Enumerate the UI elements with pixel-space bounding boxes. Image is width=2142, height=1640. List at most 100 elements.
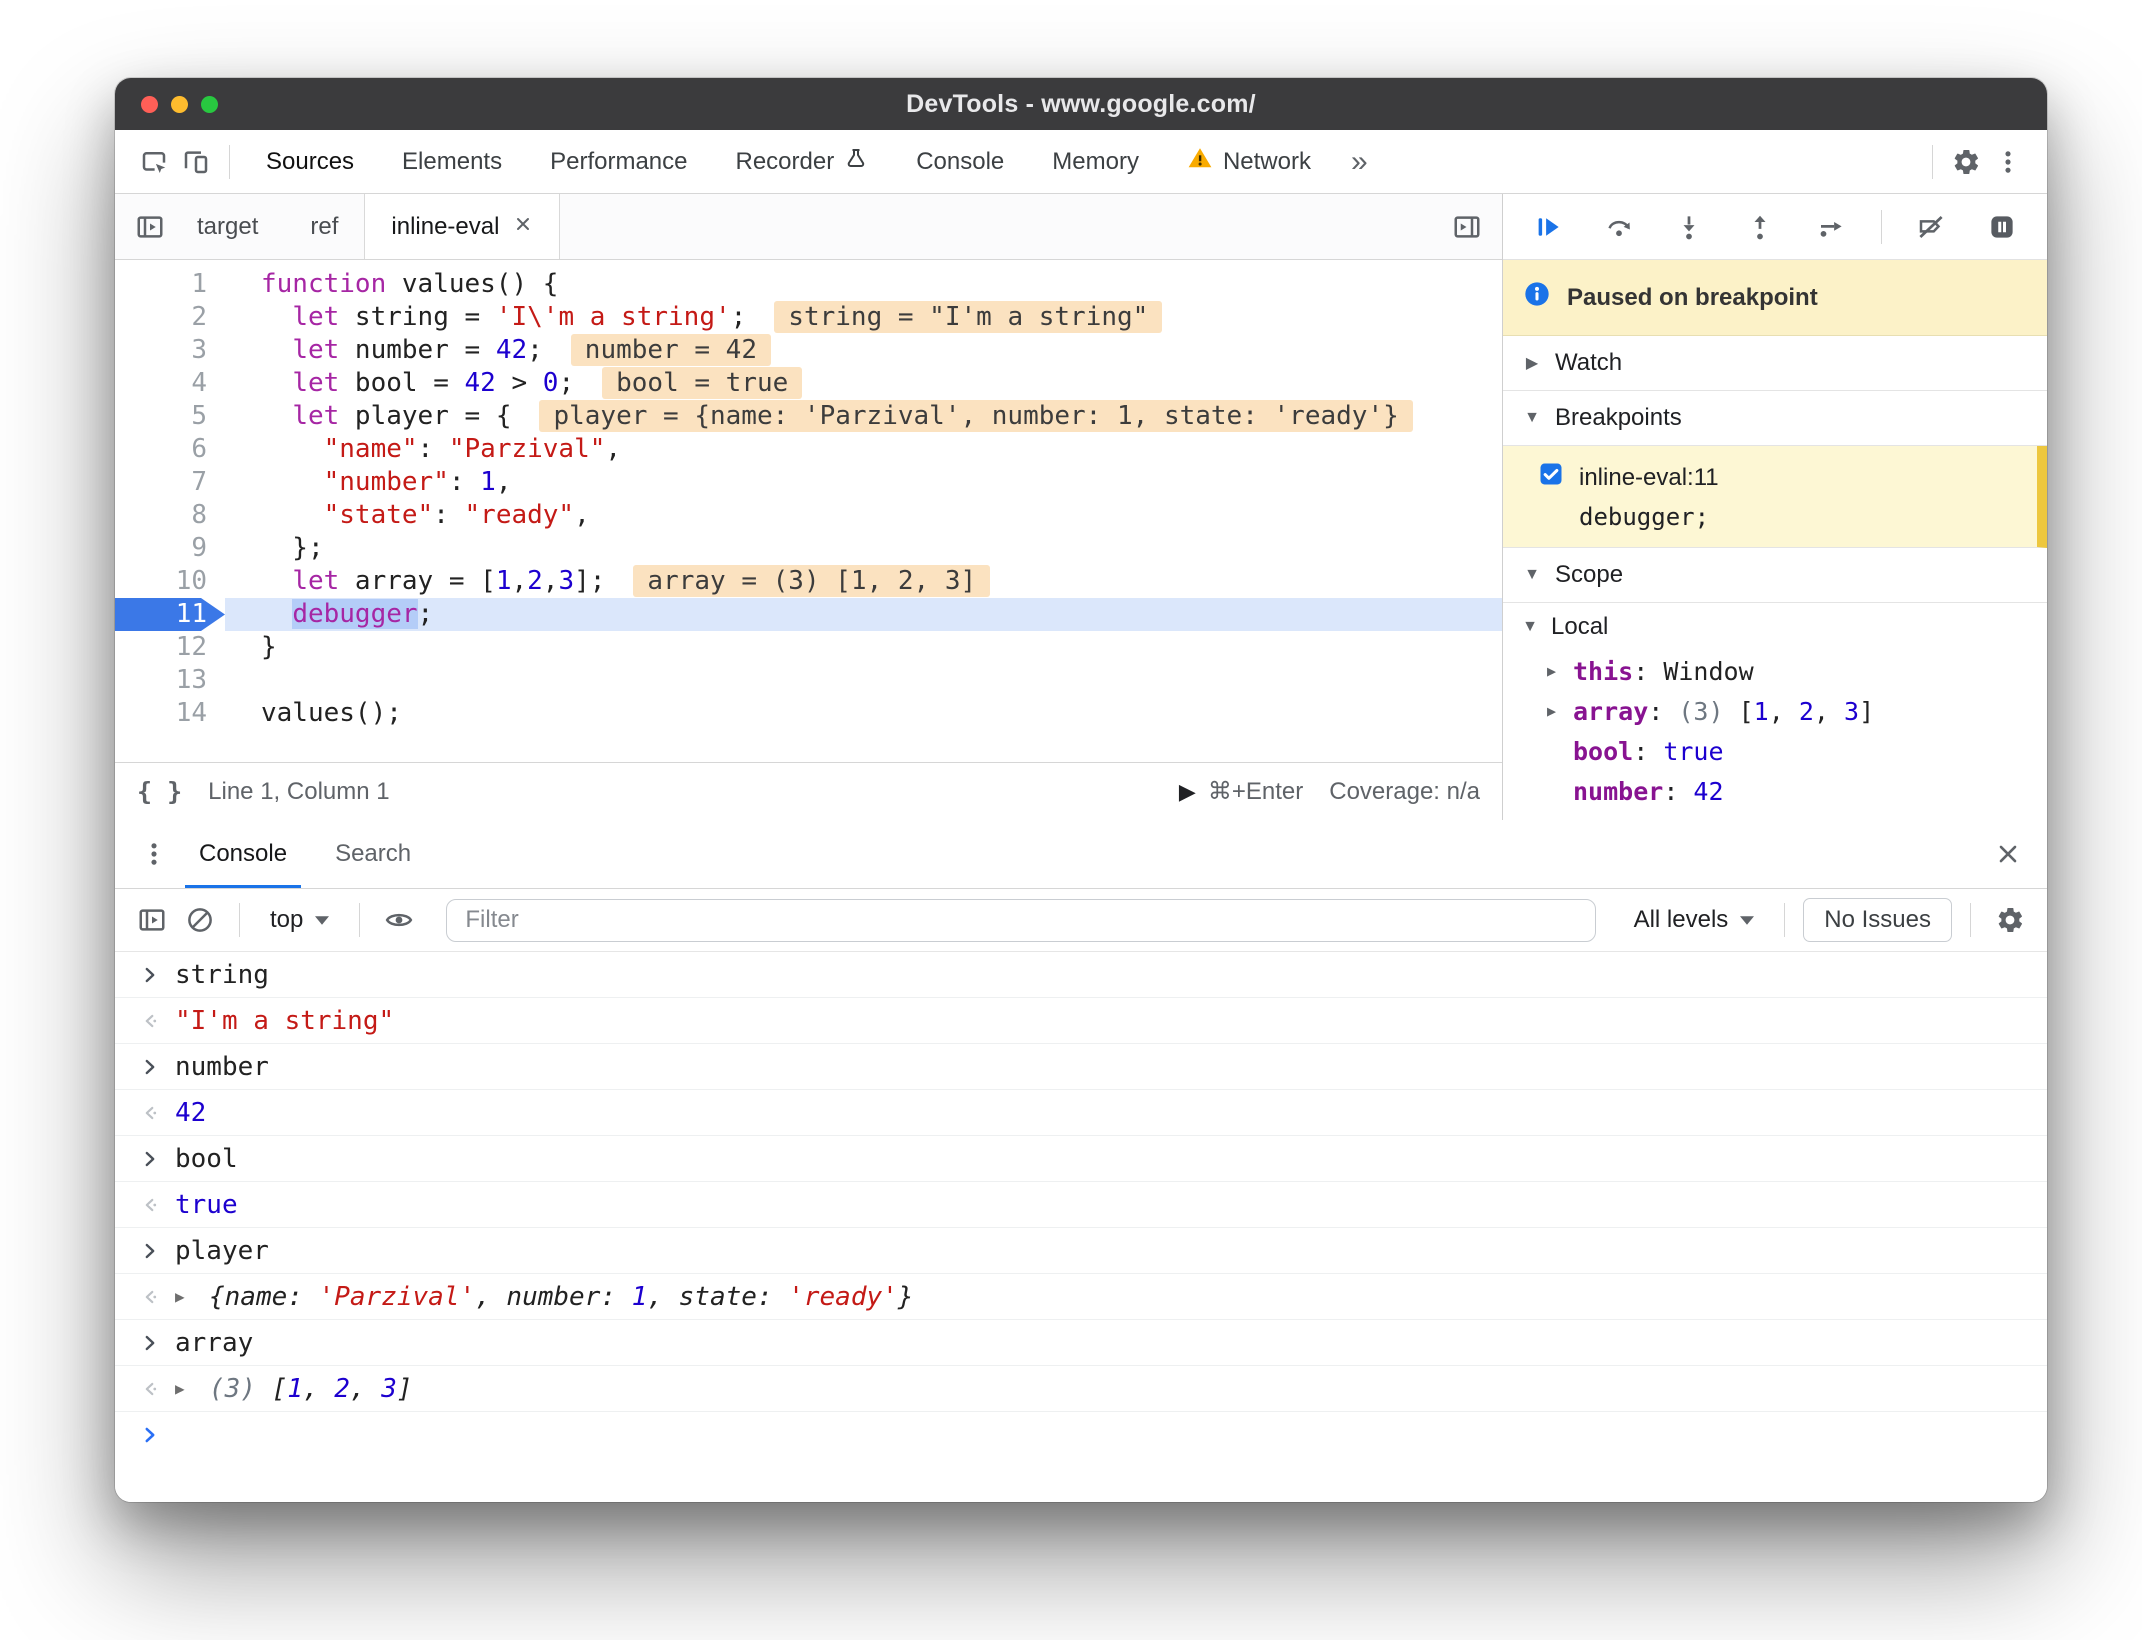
line-number[interactable]: 11 — [115, 598, 225, 631]
code-line[interactable]: 3 let number = 42; number = 42 — [115, 334, 1502, 367]
file-tab-target[interactable]: target — [171, 194, 284, 259]
issues-button[interactable]: No Issues — [1803, 898, 1952, 942]
show-navigator-icon[interactable] — [129, 206, 171, 248]
line-number[interactable]: 7 — [115, 466, 225, 499]
file-tab-inline-eval[interactable]: inline-eval — [364, 194, 561, 259]
code-line[interactable]: 4 let bool = 42 > 0; bool = true — [115, 367, 1502, 400]
close-window-button[interactable] — [141, 95, 158, 113]
tab-console-drawer[interactable]: Console — [175, 820, 311, 888]
console-kebab-icon[interactable] — [133, 833, 175, 875]
line-number[interactable]: 13 — [115, 664, 225, 697]
minimize-window-button[interactable] — [171, 95, 188, 113]
context-selector[interactable]: top — [258, 906, 341, 934]
code-line[interactable]: 14 values(); — [115, 697, 1502, 730]
chevron-right-icon[interactable]: ▶ — [1547, 702, 1573, 720]
console-settings-gear-icon[interactable] — [1989, 899, 2031, 941]
line-number[interactable]: 6 — [115, 433, 225, 466]
chevron-right-icon[interactable]: ▶ — [1547, 662, 1573, 680]
toggle-debugger-sidebar-icon[interactable] — [1446, 206, 1488, 248]
resume-script-icon[interactable] — [1527, 206, 1569, 248]
code-text[interactable]: let player = {player = {name: 'Parzival'… — [225, 400, 1502, 433]
device-toolbar-icon[interactable] — [175, 141, 217, 183]
close-drawer-icon[interactable] — [1987, 833, 2029, 875]
tab-network[interactable]: Network — [1163, 130, 1335, 193]
close-tab-icon[interactable] — [513, 213, 533, 241]
scope-section-header[interactable]: ▼ Scope — [1503, 548, 2047, 603]
code-text[interactable]: "name": "Parzival", — [225, 433, 1502, 466]
tab-sources[interactable]: Sources — [242, 130, 378, 193]
code-line[interactable]: 6 "name": "Parzival", — [115, 433, 1502, 466]
code-text[interactable]: }; — [225, 532, 1502, 565]
code-text[interactable]: "number": 1, — [225, 466, 1502, 499]
step-out-icon[interactable] — [1739, 206, 1781, 248]
console-log[interactable]: string "I'm a string" number 42 bool true play… — [115, 952, 2047, 1502]
scope-entry[interactable]: ▶ array: (3) [1, 2, 3] — [1503, 691, 2047, 731]
pretty-print-icon[interactable]: { } — [137, 777, 182, 806]
code-line[interactable]: 5 let player = {player = {name: 'Parziva… — [115, 400, 1502, 433]
line-number[interactable]: 9 — [115, 532, 225, 565]
code-line-current[interactable]: 11 debugger; — [115, 598, 1502, 631]
line-number[interactable]: 1 — [115, 268, 225, 301]
code-text[interactable] — [225, 664, 1502, 697]
line-number[interactable]: 14 — [115, 697, 225, 730]
code-line[interactable]: 13 — [115, 664, 1502, 697]
file-tab-ref[interactable]: ref — [284, 194, 364, 259]
deactivate-breakpoints-icon[interactable] — [1910, 206, 1952, 248]
code-line[interactable]: 7 "number": 1, — [115, 466, 1502, 499]
expand-triangle-icon[interactable]: ▶ — [175, 1287, 197, 1306]
console-result-row[interactable]: ▶ {name: 'Parzival', number: 1, state: 'r… — [115, 1274, 2047, 1320]
tab-memory[interactable]: Memory — [1028, 130, 1163, 193]
code-text[interactable]: function values() { — [225, 268, 1502, 301]
tab-console[interactable]: Console — [892, 130, 1028, 193]
scope-local-header[interactable]: ▼ Local — [1503, 603, 2047, 651]
titlebar[interactable]: DevTools - www.google.com/ — [115, 78, 2047, 130]
code-text[interactable]: values(); — [225, 697, 1502, 730]
expand-triangle-icon[interactable]: ▶ — [175, 1379, 197, 1398]
line-number[interactable]: 10 — [115, 565, 225, 598]
line-number[interactable]: 4 — [115, 367, 225, 400]
code-text[interactable]: let string = 'I\'m a string'; string = "I… — [225, 301, 1502, 334]
watch-section-header[interactable]: ▶ Watch — [1503, 336, 2047, 391]
code-line[interactable]: 1 function values() { — [115, 268, 1502, 301]
line-number[interactable]: 5 — [115, 400, 225, 433]
console-prompt-row[interactable] — [115, 1412, 2047, 1458]
zoom-window-button[interactable] — [201, 95, 218, 113]
code-text[interactable]: let number = 42; number = 42 — [225, 334, 1502, 367]
console-result-row[interactable]: ▶ (3) [1, 2, 3] — [115, 1366, 2047, 1412]
line-number[interactable]: 2 — [115, 301, 225, 334]
code-line[interactable]: 2 let string = 'I\'m a string'; string = … — [115, 301, 1502, 334]
code-text[interactable]: } — [225, 631, 1502, 664]
code-line[interactable]: 12} — [115, 631, 1502, 664]
code-text[interactable]: let bool = 42 > 0; bool = true — [225, 367, 1502, 400]
code-line[interactable]: 9 }; — [115, 532, 1502, 565]
tab-performance[interactable]: Performance — [526, 130, 711, 193]
clear-console-icon[interactable] — [179, 899, 221, 941]
code-text[interactable]: let array = [1,2,3]; array = (3) [1, 2, 3… — [225, 565, 1502, 598]
settings-gear-icon[interactable] — [1945, 141, 1987, 183]
code-text[interactable]: debugger; — [225, 598, 1502, 631]
breakpoint-checkbox[interactable] — [1537, 460, 1565, 495]
line-number[interactable]: 12 — [115, 631, 225, 664]
code-text[interactable]: "state": "ready", — [225, 499, 1502, 532]
line-number[interactable]: 3 — [115, 334, 225, 367]
tab-recorder[interactable]: Recorder — [711, 130, 892, 193]
inspect-icon[interactable] — [133, 141, 175, 183]
tab-elements[interactable]: Elements — [378, 130, 526, 193]
breakpoint-item[interactable]: inline-eval:11 debugger; — [1503, 446, 2047, 548]
breakpoints-section-header[interactable]: ▼ Breakpoints — [1503, 391, 2047, 446]
log-levels-selector[interactable]: All levels — [1622, 906, 1767, 934]
scope-entry[interactable]: ▶ this: Window — [1503, 651, 2047, 691]
step-over-icon[interactable] — [1598, 206, 1640, 248]
step-icon[interactable] — [1810, 206, 1852, 248]
console-sidebar-icon[interactable] — [131, 899, 173, 941]
code-line[interactable]: 8 "state": "ready", — [115, 499, 1502, 532]
more-tabs-icon[interactable]: » — [1335, 145, 1384, 179]
kebab-menu-icon[interactable] — [1987, 141, 2029, 183]
code-area[interactable]: 1 function values() {2 let string = 'I\'m… — [115, 260, 1502, 762]
pause-on-exceptions-icon[interactable] — [1981, 206, 2023, 248]
filter-input[interactable] — [446, 898, 1596, 942]
code-line[interactable]: 10 let array = [1,2,3]; array = (3) [1, 2… — [115, 565, 1502, 598]
live-expression-eye-icon[interactable] — [378, 899, 420, 941]
step-into-icon[interactable] — [1668, 206, 1710, 248]
tab-search-drawer[interactable]: Search — [311, 820, 435, 888]
